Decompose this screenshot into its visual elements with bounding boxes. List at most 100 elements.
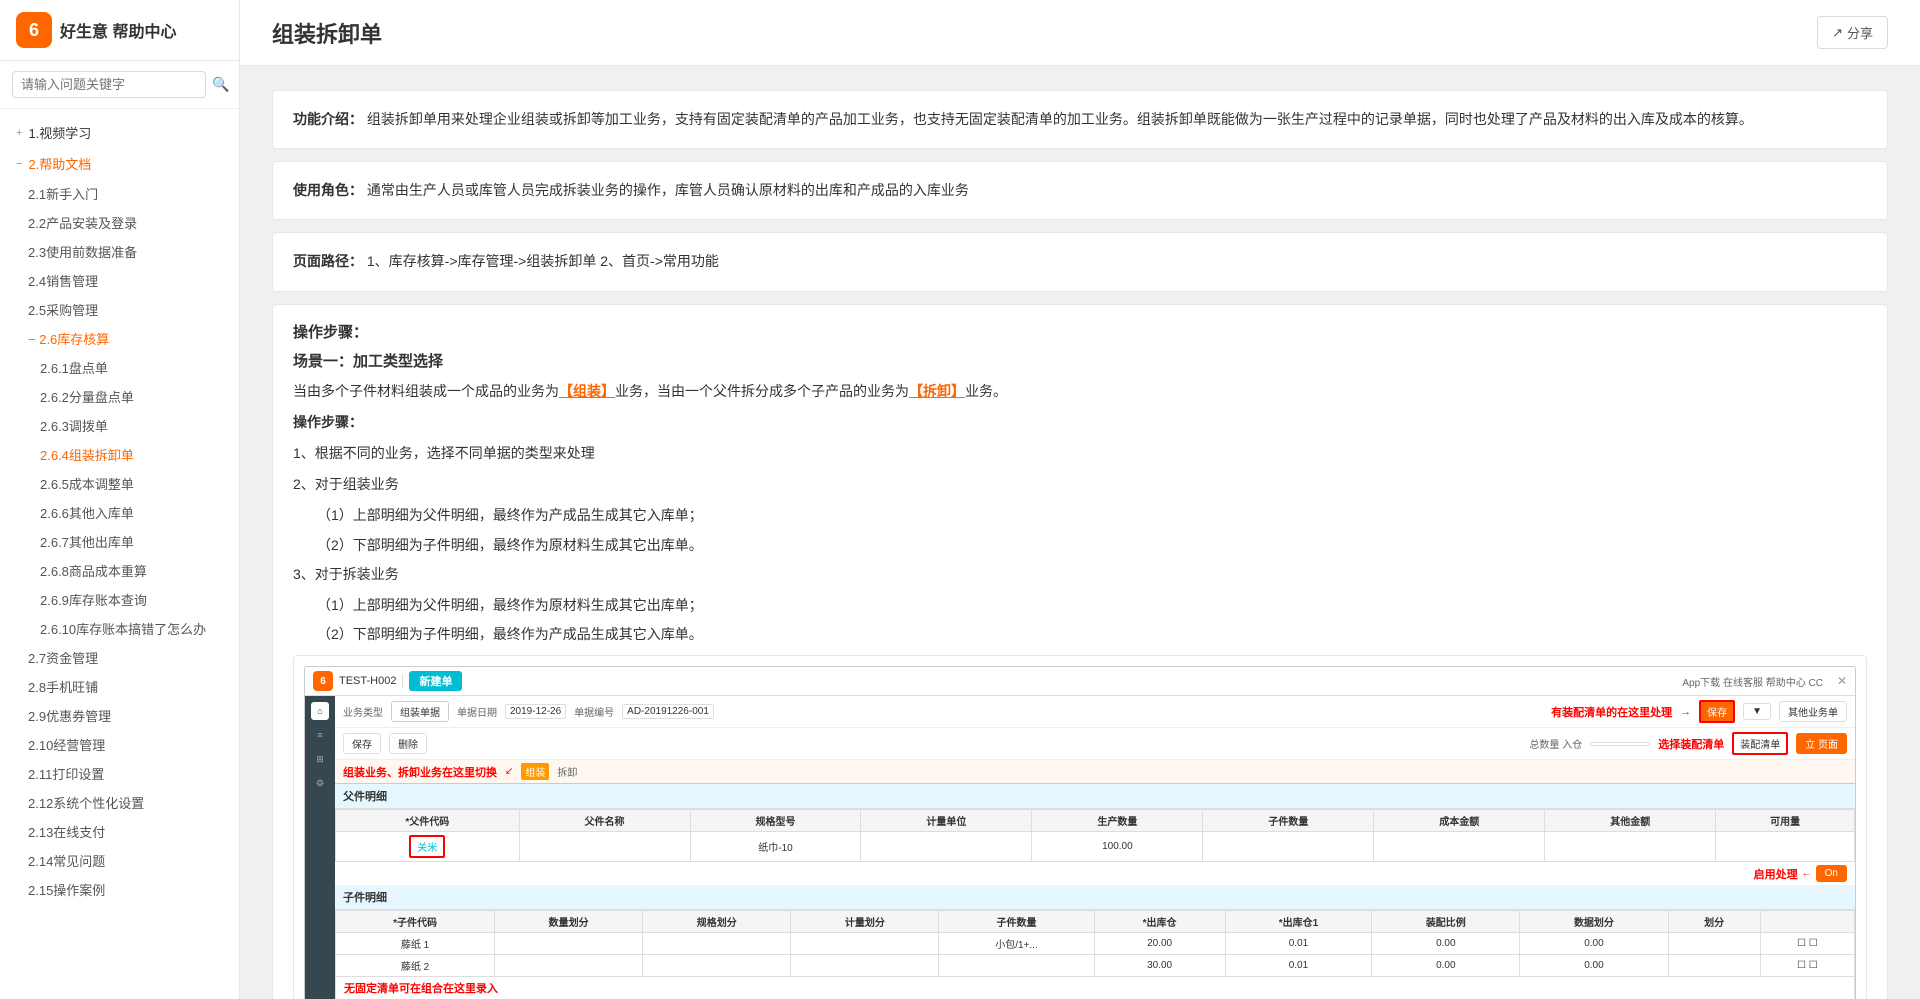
assembly-label: 【组装】 [559, 383, 615, 399]
sidebar-item-finance[interactable]: 2.7资金管理 [0, 643, 239, 672]
content-area: 功能介绍： 组装拆卸单用来处理企业组装或拆卸等加工业务，支持有固定装配清单的产品… [240, 66, 1920, 999]
mock-annotation4-bar: 启用处理 ← On [335, 862, 1855, 885]
sidebar-item-online-pay[interactable]: 2.13在线支付 [0, 817, 239, 846]
mock-scan-icon: ⊞ [311, 750, 329, 768]
sidebar-item-sales[interactable]: 2.4销售管理 [0, 266, 239, 295]
mock-confirm-btn: 立 页面 [1796, 733, 1847, 754]
sidebar-item-print[interactable]: 2.11打印设置 [0, 759, 239, 788]
mock-tab-active: 新建单 [409, 671, 462, 691]
mock-lower-th-10: 划分 [1668, 911, 1760, 933]
mock-lower-th-1: *子件代码 [336, 911, 495, 933]
sidebar-item-assembly[interactable]: 2.6.4组装拆卸单 [0, 440, 239, 469]
mock-upper-th-7: 成本金额 [1374, 810, 1545, 832]
sidebar-item-other-out[interactable]: 2.6.7其他出库单 [0, 527, 239, 556]
mock-lower-row-2: 藤纸 2 30.00 0.01 0.00 0.00 [336, 955, 1855, 977]
mock-lower-table: *子件代码 数量划分 规格划分 计量划分 子件数量 *出库仓 *出库仓1 装配比… [335, 910, 1855, 999]
scene1-title: 场景一：加工类型选择 [293, 350, 1867, 371]
annotation2: 选择装配清单 [1658, 736, 1724, 752]
sidebar-item-ledger-query[interactable]: 2.6.9库存账本查询 [0, 585, 239, 614]
mock-code-redbox: 关米 [409, 835, 445, 858]
intro-card-2: 使用角色： 通常由生产人员或库管人员完成拆装业务的操作，库管人员确认原材料的出库… [272, 161, 1888, 220]
mock-upper-cell-avail [1716, 832, 1855, 862]
sidebar-item-data-prep[interactable]: 2.3使用前数据准备 [0, 237, 239, 266]
arrow4: ← [1802, 868, 1812, 879]
mock-title-bar: 6 TEST-H002 新建单 App下载 在线客服 帮助中心 CC ✕ [305, 667, 1855, 696]
mock-list-icon: ≡ [311, 726, 329, 744]
mock-lower-r2-c6: 30.00 [1094, 955, 1225, 977]
search-input[interactable] [12, 71, 206, 98]
step2-sub2: （2）下部明细为子件明细，最终作为原材料生成其它出库单。 [293, 533, 1867, 558]
sidebar-item-partial-stocktake[interactable]: 2.6.2分量盘点单 [0, 382, 239, 411]
mock-save-btn: 保存 [343, 733, 381, 754]
sidebar-item-stocktake[interactable]: 2.6.1盘点单 [0, 353, 239, 382]
path-card: 页面路径： 1、库存核算->库存管理->组装拆卸单 2、首页->常用功能 [272, 232, 1888, 291]
expand-icon-s2_6: − [28, 332, 39, 347]
sidebar-item-ledger-fix[interactable]: 2.6.10库存账本搞错了怎么办 [0, 614, 239, 643]
sidebar-item-management[interactable]: 2.10经营管理 [0, 730, 239, 759]
share-button[interactable]: ↗ 分享 [1817, 16, 1888, 49]
mock-right-icons: App下载 在线客服 帮助中心 CC [1682, 674, 1823, 689]
mock-lower-th-2: 数量划分 [495, 911, 643, 933]
mock-lower-r2-c7: 0.01 [1225, 955, 1372, 977]
mock-upper-th-6: 子件数量 [1203, 810, 1374, 832]
page-title: 组装拆卸单 [272, 17, 382, 49]
mock-upper-th-5: 生产数量 [1032, 810, 1203, 832]
scene1-desc: 当由多个子件材料组装成一个成品的业务为【组装】业务，当由一个父件拆分成多个子产品… [293, 379, 1867, 404]
mock-body: ⌂ ≡ ⊞ ⚙ 业务类型 组装单据 单据日期 2 [305, 696, 1855, 999]
mock-lower-row-3: 无固定清单可在组合在这里录入 [336, 977, 1855, 999]
mock-home-icon: ⌂ [311, 702, 329, 720]
mock-date-label: 单据日期 [457, 704, 497, 719]
share-label: 分享 [1847, 23, 1873, 42]
mock-toolbar-more: ▼ [1743, 703, 1771, 720]
mock-lower-r2-c2 [495, 955, 643, 977]
mock-app-name: TEST-H002 [339, 675, 396, 687]
step3-sub2: （2）下部明细为子件明细，最终作为产成品生成其它入库单。 [293, 622, 1867, 647]
app-title: 好生意 帮助中心 [60, 18, 176, 42]
mock-close-icon: ✕ [1837, 674, 1847, 688]
sidebar-item-cost-adj[interactable]: 2.6.5成本调整单 [0, 469, 239, 498]
mock-settings-icon: ⚙ [311, 774, 329, 792]
sidebar-item-purchase[interactable]: 2.5采购管理 [0, 295, 239, 324]
mock-upper-th-4: 计量单位 [861, 810, 1032, 832]
path-label: 页面路径： [293, 253, 363, 269]
mock-assembly-list-btn: 保存 [1699, 700, 1735, 723]
mock-qty-label: 总数量 入仓 [1529, 736, 1582, 751]
mock-lower-r1-c8: 0.00 [1372, 933, 1520, 955]
sidebar-item-cost-recalc[interactable]: 2.6.8商品成本重算 [0, 556, 239, 585]
mock-upper-section-header: 父件明细 [335, 784, 1855, 809]
mock-lower-th-5: 子件数量 [939, 911, 1094, 933]
mock-upper-cell-name [519, 832, 690, 862]
screenshot-container: 6 TEST-H002 新建单 App下载 在线客服 帮助中心 CC ✕ [293, 655, 1867, 999]
sidebar-item-coupon[interactable]: 2.9优惠券管理 [0, 701, 239, 730]
mock-toolbar-other: 其他业务单 [1779, 701, 1847, 722]
mock-lower-r2-c9: 0.00 [1520, 955, 1668, 977]
mock-upper-table: *父件代码 父件名称 规格型号 计量单位 生产数量 子件数量 成本金额 其他金额 [335, 809, 1855, 862]
mock-upper-cell-code: 关米 [336, 832, 520, 862]
search-button[interactable]: 🔍 [212, 76, 229, 93]
sidebar-item-other-in[interactable]: 2.6.6其他入库单 [0, 498, 239, 527]
step2-sub1: （1）上部明细为父件明细，最终作为产成品生成其它入库单； [293, 503, 1867, 528]
mock-lower-r1-c3 [643, 933, 791, 955]
sidebar-item-install[interactable]: 2.2产品安装及登录 [0, 208, 239, 237]
sidebar-item-video[interactable]: + 1.视频学习 [0, 117, 239, 148]
sidebar-item-mobile[interactable]: 2.8手机旺铺 [0, 672, 239, 701]
sidebar-item-faq[interactable]: 2.14常见问题 [0, 846, 239, 875]
mock-lower-row-1: 藤纸 1 小包/1+... 20.00 0.01 0.00 0.00 [336, 933, 1855, 955]
sidebar-item-help-doc[interactable]: − 2.帮助文档 [0, 148, 239, 179]
mock-lower-r3-annotation: 无固定清单可在组合在这里录入 [336, 977, 1855, 999]
step3: 3、对于拆装业务 [293, 562, 1867, 587]
sidebar-item-cases[interactable]: 2.15操作案例 [0, 875, 239, 904]
mock-disassemble-tab: 拆卸 [557, 764, 577, 779]
sidebar-item-personalize[interactable]: 2.12系统个性化设置 [0, 788, 239, 817]
mock-upper-cell-spec: 纸巾-10 [690, 832, 861, 862]
mock-lower-r1-c10 [1668, 933, 1760, 955]
sidebar-item-transfer[interactable]: 2.6.3调拨单 [0, 411, 239, 440]
mock-qty-input [1590, 742, 1650, 746]
mock-lower-r2-c10 [1668, 955, 1760, 977]
mock-type-label: 业务类型 [343, 704, 383, 719]
mock-lower-r2-c4 [791, 955, 939, 977]
mock-lower-r1-c1: 藤纸 1 [336, 933, 495, 955]
sidebar-item-inventory[interactable]: − 2.6库存核算 [0, 324, 239, 353]
sidebar-item-newcomer[interactable]: 2.1新手入门 [0, 179, 239, 208]
mock-select-assembly: 装配清单 [1732, 732, 1788, 755]
